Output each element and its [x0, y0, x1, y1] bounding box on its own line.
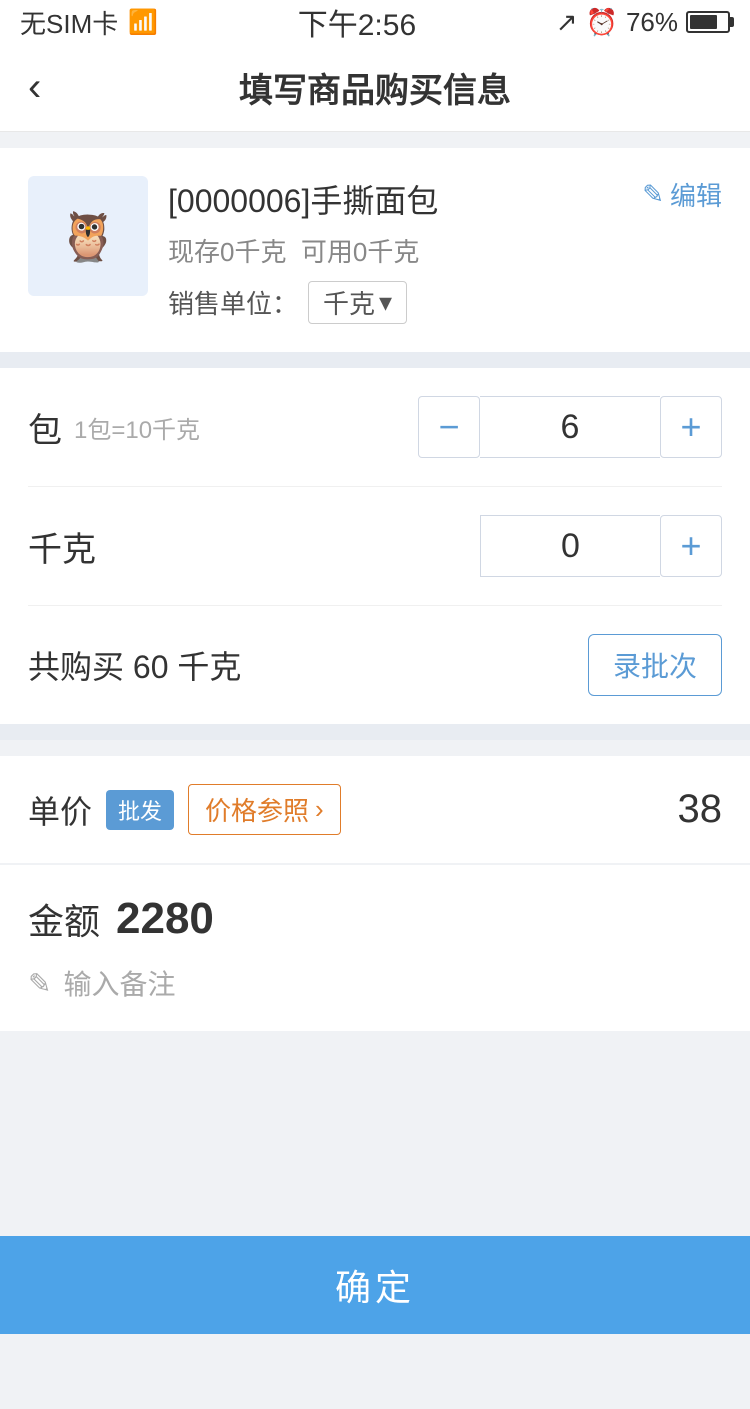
summary-text: 共购买 60 千克 [28, 642, 241, 688]
section-divider-1 [0, 352, 750, 368]
price-type-badge: 批发 [106, 790, 174, 830]
product-image: 🦉 [28, 176, 148, 296]
bag-hint: 1包=10千克 [74, 410, 200, 445]
carrier-label: 无SIM卡 [20, 4, 118, 41]
bag-input-row: 包 1包=10千克 − + [28, 368, 722, 487]
price-section: 单价 批发 价格参照 › 38 [0, 756, 750, 863]
kg-input-row: 千克 + [28, 487, 722, 606]
confirm-bar[interactable]: 确定 [0, 1236, 750, 1334]
amount-section: 金额 2280 ✎ 输入备注 [0, 865, 750, 1031]
bag-controls: − + [418, 396, 722, 458]
kg-plus-button[interactable]: + [660, 515, 722, 577]
bag-label: 包 1包=10千克 [28, 403, 200, 452]
status-right: ↗ ⏰ 76% [556, 7, 730, 38]
product-stock: 现存0千克 可用0千克 [168, 232, 722, 269]
battery-percent: 76% [626, 7, 678, 38]
product-name: [0000006]手撕面包 [168, 176, 722, 222]
price-left: 单价 批发 价格参照 › [28, 784, 341, 835]
amount-row: 金额 2280 [28, 893, 722, 945]
batch-button[interactable]: 录批次 [588, 634, 722, 696]
bag-input[interactable] [480, 396, 660, 458]
page-title: 填写商品购买信息 [239, 63, 511, 112]
status-time: 下午2:56 [298, 0, 416, 44]
back-button[interactable]: ‹ [28, 65, 41, 110]
wifi-icon: 📶 [128, 8, 158, 37]
section-divider-2 [0, 724, 750, 740]
bag-minus-button[interactable]: − [418, 396, 480, 458]
amount-label: 金额 [28, 893, 100, 945]
pencil-icon: ✎ [28, 967, 51, 1000]
price-label: 单价 [28, 787, 92, 833]
kg-label: 千克 [28, 522, 96, 571]
alarm-icon: ⏰ [586, 7, 618, 38]
product-info: [0000006]手撕面包 现存0千克 可用0千克 销售单位： 千克 ▾ [168, 176, 722, 324]
unit-selector[interactable]: 千克 ▾ [308, 281, 407, 324]
price-reference-button[interactable]: 价格参照 › [188, 784, 341, 835]
product-card: 🦉 [0000006]手撕面包 现存0千克 可用0千克 销售单位： 千克 ▾ ✎… [0, 148, 750, 352]
kg-controls: + [480, 515, 722, 577]
bag-plus-button[interactable]: + [660, 396, 722, 458]
confirm-button[interactable]: 确定 [335, 1259, 415, 1311]
nav-bar: ‹ 填写商品购买信息 [0, 44, 750, 132]
kg-input[interactable] [480, 515, 660, 577]
remark-row[interactable]: ✎ 输入备注 [28, 963, 722, 1003]
price-row: 单价 批发 价格参照 › 38 [28, 784, 722, 835]
status-bar: 无SIM卡 📶 下午2:56 ↗ ⏰ 76% [0, 0, 750, 44]
price-value: 38 [678, 787, 723, 832]
status-left: 无SIM卡 📶 [20, 4, 158, 41]
product-logo: 🦉 [58, 208, 118, 265]
edit-button[interactable]: ✎ 编辑 [642, 176, 722, 213]
edit-icon: ✎ [642, 179, 664, 210]
amount-value: 2280 [116, 894, 214, 944]
input-section: 包 1包=10千克 − + 千克 + [0, 368, 750, 606]
summary-section: 共购买 60 千克 录批次 [0, 606, 750, 724]
product-unit: 销售单位： 千克 ▾ [168, 281, 722, 324]
battery-icon [686, 11, 730, 33]
remark-label: 输入备注 [63, 963, 175, 1003]
location-icon: ↗ [556, 7, 578, 38]
